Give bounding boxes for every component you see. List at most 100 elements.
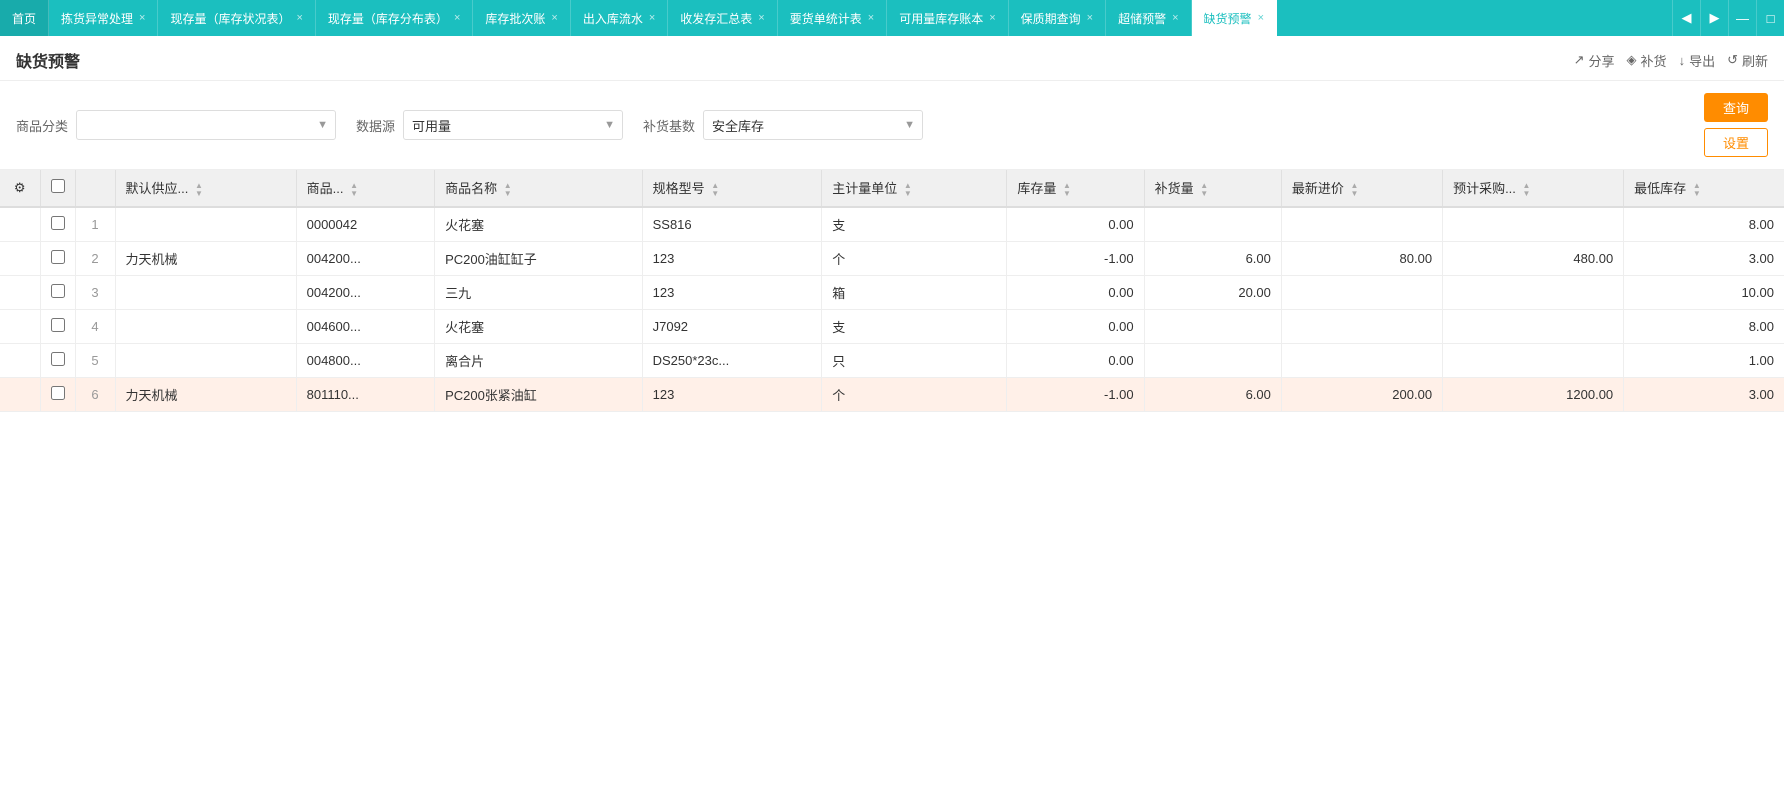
- replenish-basis-select[interactable]: 安全库存: [703, 110, 923, 140]
- nav-tab-close-collect[interactable]: ×: [758, 12, 764, 24]
- col-est-purchase-label: 预计采购...: [1453, 181, 1516, 196]
- row-cell-spec: 123: [642, 377, 822, 411]
- row-cell-name: 离合片: [435, 343, 643, 377]
- nav-tab-label-inventory-status: 现存量（库存状况表）: [170, 10, 290, 27]
- row-cell-code: 0000042: [296, 207, 434, 242]
- nav-tab-close-shortage[interactable]: ×: [1258, 12, 1264, 24]
- category-select[interactable]: [76, 110, 336, 140]
- row-cell-unit: 只: [822, 343, 1007, 377]
- row-checkbox[interactable]: [51, 250, 65, 264]
- col-header-stock[interactable]: 库存量 ▲▼: [1007, 170, 1144, 207]
- replenish-basis-value: 安全库存: [712, 116, 764, 135]
- row-settings-cell: [0, 343, 40, 377]
- nav-next-button[interactable]: ▶: [1700, 0, 1728, 36]
- replenish-basis-select-wrapper: 安全库存 ▼: [703, 110, 923, 140]
- col-header-est-purchase[interactable]: 预计采购... ▲▼: [1443, 170, 1624, 207]
- nav-tab-label-purchase-stat: 要货单统计表: [790, 10, 862, 27]
- row-num: 2: [75, 241, 115, 275]
- row-settings-cell: [0, 241, 40, 275]
- nav-tab-close-exception[interactable]: ×: [139, 12, 145, 24]
- col-header-min-stock[interactable]: 最低库存 ▲▼: [1624, 170, 1784, 207]
- table-row: 2力天机械004200...PC200油缸缸子123个-1.006.0080.0…: [0, 241, 1784, 275]
- row-checkbox[interactable]: [51, 352, 65, 366]
- datasource-select[interactable]: 可用量: [403, 110, 623, 140]
- row-num: 5: [75, 343, 115, 377]
- row-cell-min_stock: 8.00: [1624, 309, 1784, 343]
- col-header-num: [75, 170, 115, 207]
- nav-tab-flow[interactable]: 出入库流水×: [571, 0, 668, 36]
- col-header-supplier[interactable]: 默认供应... ▲▼: [115, 170, 296, 207]
- export-label: 导出: [1689, 51, 1715, 70]
- nav-tab-available[interactable]: 可用量库存账本×: [887, 0, 1008, 36]
- col-header-checkbox[interactable]: [40, 170, 75, 207]
- row-cell-supplier: 力天机械: [115, 241, 296, 275]
- nav-tab-overstock[interactable]: 超储预警×: [1106, 0, 1191, 36]
- datasource-value: 可用量: [412, 116, 451, 135]
- sort-min-stock-icon: ▲▼: [1693, 182, 1701, 198]
- nav-tab-close-batch-account[interactable]: ×: [551, 12, 557, 24]
- export-button[interactable]: ↓ 导出: [1679, 51, 1716, 70]
- row-cell-supplier: [115, 207, 296, 242]
- nav-tab-close-available[interactable]: ×: [989, 12, 995, 24]
- col-unit-label: 主计量单位: [832, 181, 897, 196]
- nav-tab-close-expiry[interactable]: ×: [1087, 12, 1093, 24]
- sort-est-purchase-icon: ▲▼: [1523, 182, 1531, 198]
- nav-tab-close-inventory-status[interactable]: ×: [296, 12, 302, 24]
- sort-unit-icon: ▲▼: [904, 182, 912, 198]
- nav-tab-close-overstock[interactable]: ×: [1172, 12, 1178, 24]
- table-row: 6力天机械801110...PC200张紧油缸123个-1.006.00200.…: [0, 377, 1784, 411]
- nav-tab-close-flow[interactable]: ×: [649, 12, 655, 24]
- nav-minimize-button[interactable]: —: [1728, 0, 1756, 36]
- row-checkbox[interactable]: [51, 386, 65, 400]
- table-row: 10000042火花塞SS816支0.008.00: [0, 207, 1784, 242]
- replenish-button[interactable]: ◈ 补货: [1627, 51, 1667, 70]
- col-header-settings[interactable]: ⚙: [0, 170, 40, 207]
- nav-maximize-button[interactable]: □: [1756, 0, 1784, 36]
- row-cell-latest_price: [1281, 275, 1442, 309]
- nav-tab-collect[interactable]: 收发存汇总表×: [668, 0, 777, 36]
- col-header-code[interactable]: 商品... ▲▼: [296, 170, 434, 207]
- row-checkbox[interactable]: [51, 216, 65, 230]
- nav-tab-shortage[interactable]: 缺货预警×: [1192, 0, 1277, 36]
- nav-tab-inventory-dist[interactable]: 现存量（库存分布表）×: [316, 0, 473, 36]
- share-label: 分享: [1589, 51, 1615, 70]
- row-checkbox[interactable]: [51, 318, 65, 332]
- nav-tab-home[interactable]: 首页: [0, 0, 49, 36]
- filter-actions: 查询 设置: [1704, 93, 1768, 157]
- nav-tab-label-batch-account: 库存批次账: [485, 10, 545, 27]
- row-cell-latest_price: [1281, 207, 1442, 242]
- col-header-unit[interactable]: 主计量单位 ▲▼: [822, 170, 1007, 207]
- settings-button[interactable]: 设置: [1704, 128, 1768, 157]
- row-cell-code: 004600...: [296, 309, 434, 343]
- datasource-select-wrapper: 可用量 ▼: [403, 110, 623, 140]
- col-header-replenish[interactable]: 补货量 ▲▼: [1144, 170, 1281, 207]
- col-header-name[interactable]: 商品名称 ▲▼: [435, 170, 643, 207]
- row-checkbox-cell: [40, 377, 75, 411]
- nav-tab-inventory-status[interactable]: 现存量（库存状况表） ×: [158, 0, 315, 36]
- row-cell-spec: J7092: [642, 309, 822, 343]
- refresh-label: 刷新: [1742, 51, 1768, 70]
- query-button[interactable]: 查询: [1704, 93, 1768, 122]
- nav-tab-expiry[interactable]: 保质期查询×: [1009, 0, 1106, 36]
- share-button[interactable]: ↗ 分享: [1574, 51, 1615, 70]
- row-cell-est_purchase: [1443, 309, 1624, 343]
- sort-replenish-icon: ▲▼: [1200, 182, 1208, 198]
- row-cell-stock: 0.00: [1007, 275, 1144, 309]
- refresh-button[interactable]: ↺ 刷新: [1727, 51, 1768, 70]
- row-cell-est_purchase: [1443, 343, 1624, 377]
- nav-tab-exception[interactable]: 拣货异常处理×: [49, 0, 158, 36]
- nav-tab-purchase-stat[interactable]: 要货单统计表 ×: [778, 0, 887, 36]
- select-all-checkbox[interactable]: [51, 179, 65, 193]
- row-num: 6: [75, 377, 115, 411]
- col-header-spec[interactable]: 规格型号 ▲▼: [642, 170, 822, 207]
- nav-tab-batch-account[interactable]: 库存批次账 ×: [473, 0, 570, 36]
- nav-tab-close-purchase-stat[interactable]: ×: [868, 12, 874, 24]
- table-row: 4004600...火花塞J7092支0.008.00: [0, 309, 1784, 343]
- col-stock-label: 库存量: [1017, 181, 1056, 196]
- nav-prev-button[interactable]: ◀: [1672, 0, 1700, 36]
- row-cell-unit: 支: [822, 309, 1007, 343]
- col-header-latest-price[interactable]: 最新进价 ▲▼: [1281, 170, 1442, 207]
- row-checkbox[interactable]: [51, 284, 65, 298]
- row-cell-min_stock: 10.00: [1624, 275, 1784, 309]
- nav-tab-close-inventory-dist[interactable]: ×: [454, 12, 460, 24]
